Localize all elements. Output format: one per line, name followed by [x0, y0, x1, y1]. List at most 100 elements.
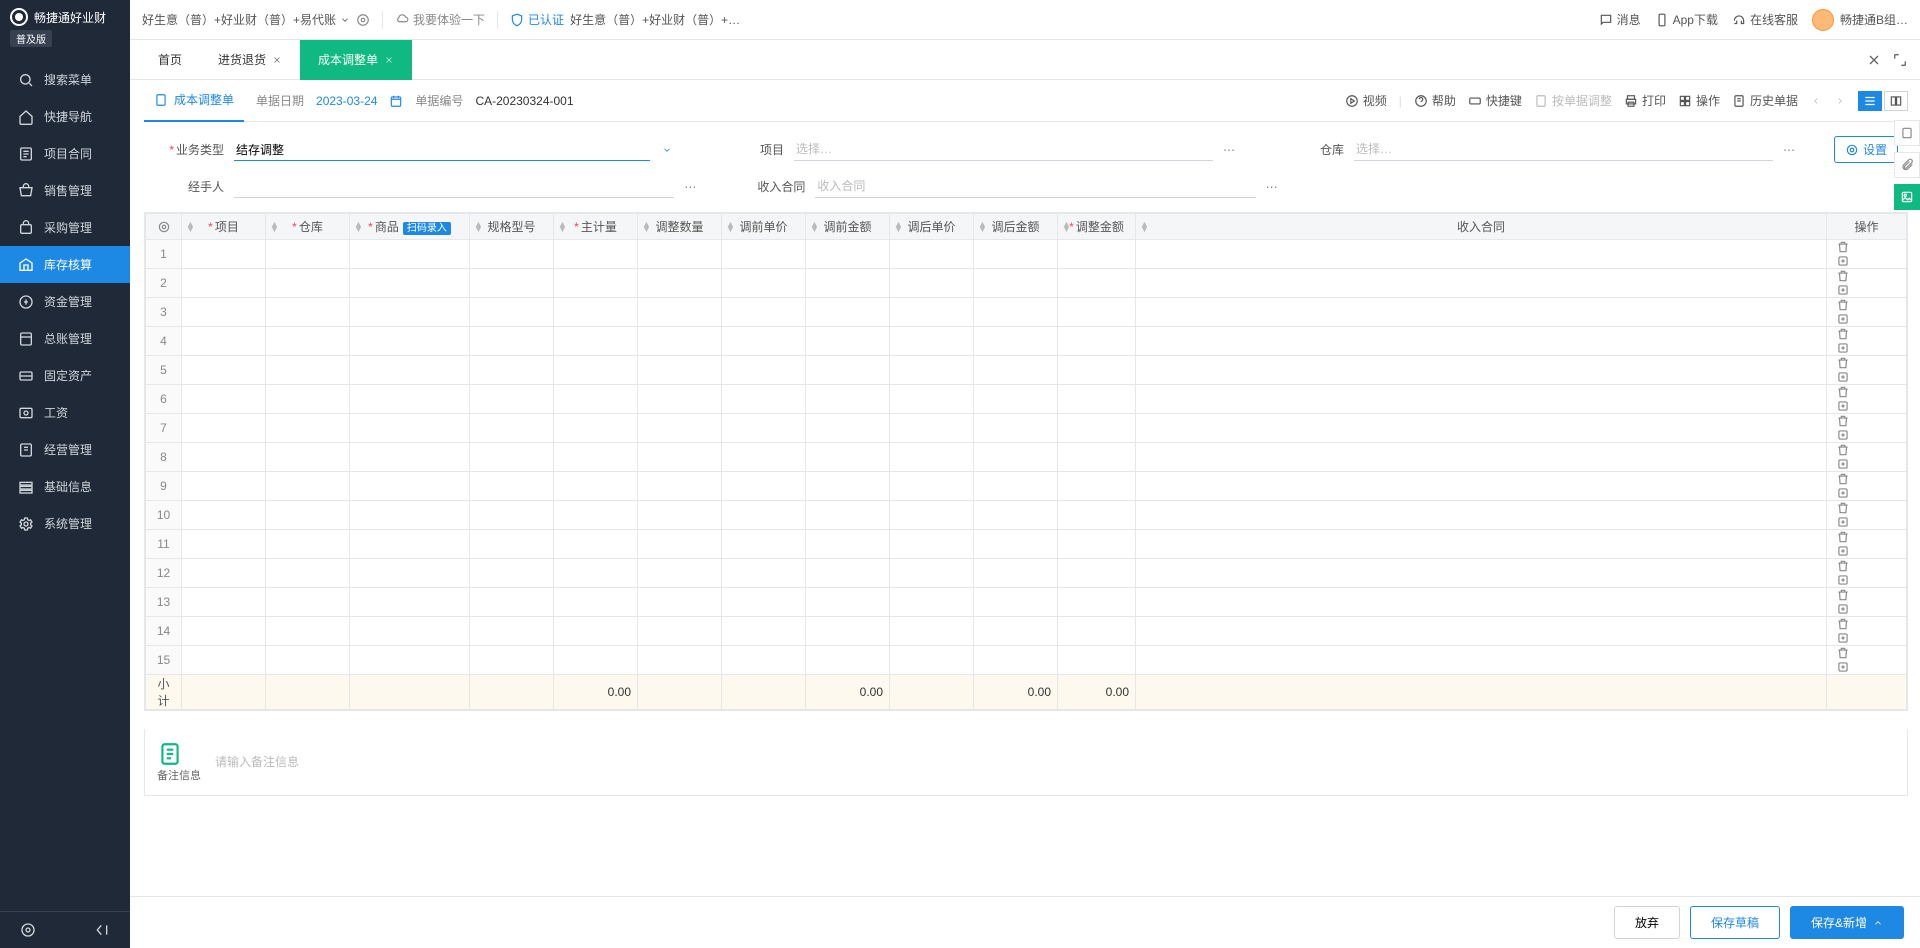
close-all-icon[interactable] [1866, 52, 1882, 68]
view-list[interactable] [1858, 91, 1882, 111]
table-row[interactable]: 13 [146, 588, 1907, 617]
insert-icon[interactable] [1836, 602, 1850, 616]
table-row[interactable]: 15 [146, 646, 1907, 675]
delete-icon[interactable] [1836, 443, 1850, 457]
insert-icon[interactable] [1836, 341, 1850, 355]
insert-icon[interactable] [1836, 428, 1850, 442]
delete-icon[interactable] [1836, 269, 1850, 283]
delete-icon[interactable] [1836, 385, 1850, 399]
delete-icon[interactable] [1836, 414, 1850, 428]
col-gear[interactable] [146, 214, 182, 240]
delete-icon[interactable] [1836, 240, 1850, 254]
col-mainqty[interactable]: ▲▼*主计量 [554, 214, 638, 240]
income-input[interactable] [815, 175, 1255, 198]
col-project[interactable]: ▲▼*项目 [182, 214, 266, 240]
nav-purchase[interactable]: 采购管理 [0, 209, 130, 246]
nav-ledger[interactable]: 总账管理 [0, 320, 130, 357]
more-icon[interactable]: ⋯ [684, 180, 695, 194]
ops-link[interactable]: 操作 [1678, 92, 1720, 109]
nav-contract[interactable]: 项目合同 [0, 135, 130, 172]
biztype-input[interactable] [234, 138, 650, 161]
support-link[interactable]: 在线客服 [1732, 11, 1798, 28]
chevron-down-icon[interactable] [660, 145, 674, 155]
more-icon[interactable]: ⋯ [1783, 143, 1794, 157]
table-row[interactable]: 11 [146, 530, 1907, 559]
col-adjamt[interactable]: ▲▼*调整金额 [1058, 214, 1136, 240]
more-icon[interactable]: ⋯ [1223, 143, 1234, 157]
save-draft-button[interactable]: 保存草稿 [1690, 906, 1780, 939]
insert-icon[interactable] [1836, 631, 1850, 645]
insert-icon[interactable] [1836, 370, 1850, 384]
nav-sales[interactable]: 销售管理 [0, 172, 130, 209]
table-row[interactable]: 12 [146, 559, 1907, 588]
nav-system[interactable]: 系统管理 [0, 505, 130, 542]
table-row[interactable]: 5 [146, 356, 1907, 385]
table-row[interactable]: 6 [146, 385, 1907, 414]
col-preprice[interactable]: ▲▼调前单价 [722, 214, 806, 240]
insert-icon[interactable] [1836, 312, 1850, 326]
tab-cost-adjust[interactable]: 成本调整单 [300, 40, 412, 80]
close-icon[interactable] [384, 55, 394, 65]
calendar-icon[interactable] [389, 94, 403, 108]
delete-icon[interactable] [1836, 298, 1850, 312]
tab-home[interactable]: 首页 [140, 40, 200, 80]
col-postamt[interactable]: ▲▼调后金额 [974, 214, 1058, 240]
help-link[interactable]: 帮助 [1414, 92, 1456, 109]
insert-icon[interactable] [1836, 254, 1850, 268]
table-row[interactable]: 9 [146, 472, 1907, 501]
scan-chip[interactable]: 扫码录入 [403, 222, 451, 235]
nav-assets[interactable]: 固定资产 [0, 357, 130, 394]
nav-quicknav[interactable]: 快捷导航 [0, 98, 130, 135]
delete-icon[interactable] [1836, 646, 1850, 660]
collapse-icon[interactable] [94, 922, 110, 938]
delete-icon[interactable] [1836, 472, 1850, 486]
chevron-right-icon[interactable] [1834, 96, 1846, 106]
project-input[interactable] [794, 138, 1213, 161]
setup-button[interactable]: 设置 [1834, 136, 1898, 163]
save-new-button[interactable]: 保存&新增 [1790, 906, 1904, 939]
nav-operation[interactable]: 经营管理 [0, 431, 130, 468]
col-postprice[interactable]: ▲▼调后单价 [890, 214, 974, 240]
app-download-link[interactable]: App下载 [1655, 11, 1718, 28]
more-icon[interactable]: ⋯ [1266, 180, 1277, 194]
history-link[interactable]: 历史单据 [1732, 92, 1798, 109]
rail-attach[interactable] [1894, 152, 1920, 178]
table-row[interactable]: 14 [146, 617, 1907, 646]
delete-icon[interactable] [1836, 617, 1850, 631]
insert-icon[interactable] [1836, 486, 1850, 500]
remarks-input[interactable] [215, 755, 1895, 769]
nav-search[interactable]: 搜索菜单 [0, 61, 130, 98]
view-card[interactable] [1884, 91, 1908, 111]
nav-inventory[interactable]: 库存核算 [0, 246, 130, 283]
col-product[interactable]: ▲▼*商品扫码录入 [350, 214, 470, 240]
insert-icon[interactable] [1836, 283, 1850, 297]
rail-image[interactable] [1894, 184, 1920, 210]
plan-dropdown[interactable]: 好生意（普）+好业财（普）+易代账 [142, 11, 350, 28]
table-row[interactable]: 7 [146, 414, 1907, 443]
shortcut-link[interactable]: 快捷键 [1468, 92, 1522, 109]
insert-icon[interactable] [1836, 457, 1850, 471]
table-row[interactable]: 4 [146, 327, 1907, 356]
warehouse-input[interactable] [1354, 138, 1773, 161]
col-preamt[interactable]: ▲▼调前金额 [806, 214, 890, 240]
table-row[interactable]: 8 [146, 443, 1907, 472]
insert-icon[interactable] [1836, 573, 1850, 587]
nav-finance[interactable]: 资金管理 [0, 283, 130, 320]
print-link[interactable]: 打印 [1624, 92, 1666, 109]
handler-input[interactable] [234, 175, 674, 198]
user-menu[interactable]: 畅捷通B组… [1812, 9, 1908, 31]
messages-link[interactable]: 消息 [1599, 11, 1641, 28]
insert-icon[interactable] [1836, 660, 1850, 674]
col-adjqty[interactable]: ▲▼调整数量 [638, 214, 722, 240]
doc-date[interactable]: 2023-03-24 [316, 94, 377, 108]
table-row[interactable]: 1 [146, 240, 1907, 269]
delete-icon[interactable] [1836, 530, 1850, 544]
settings-icon[interactable] [20, 922, 36, 938]
table-row[interactable]: 10 [146, 501, 1907, 530]
video-link[interactable]: 视频 [1345, 92, 1387, 109]
col-warehouse[interactable]: ▲▼*仓库 [266, 214, 350, 240]
insert-icon[interactable] [1836, 399, 1850, 413]
gear-icon[interactable] [356, 13, 370, 27]
col-spec[interactable]: ▲▼规格型号 [470, 214, 554, 240]
nav-salary[interactable]: 工资 [0, 394, 130, 431]
